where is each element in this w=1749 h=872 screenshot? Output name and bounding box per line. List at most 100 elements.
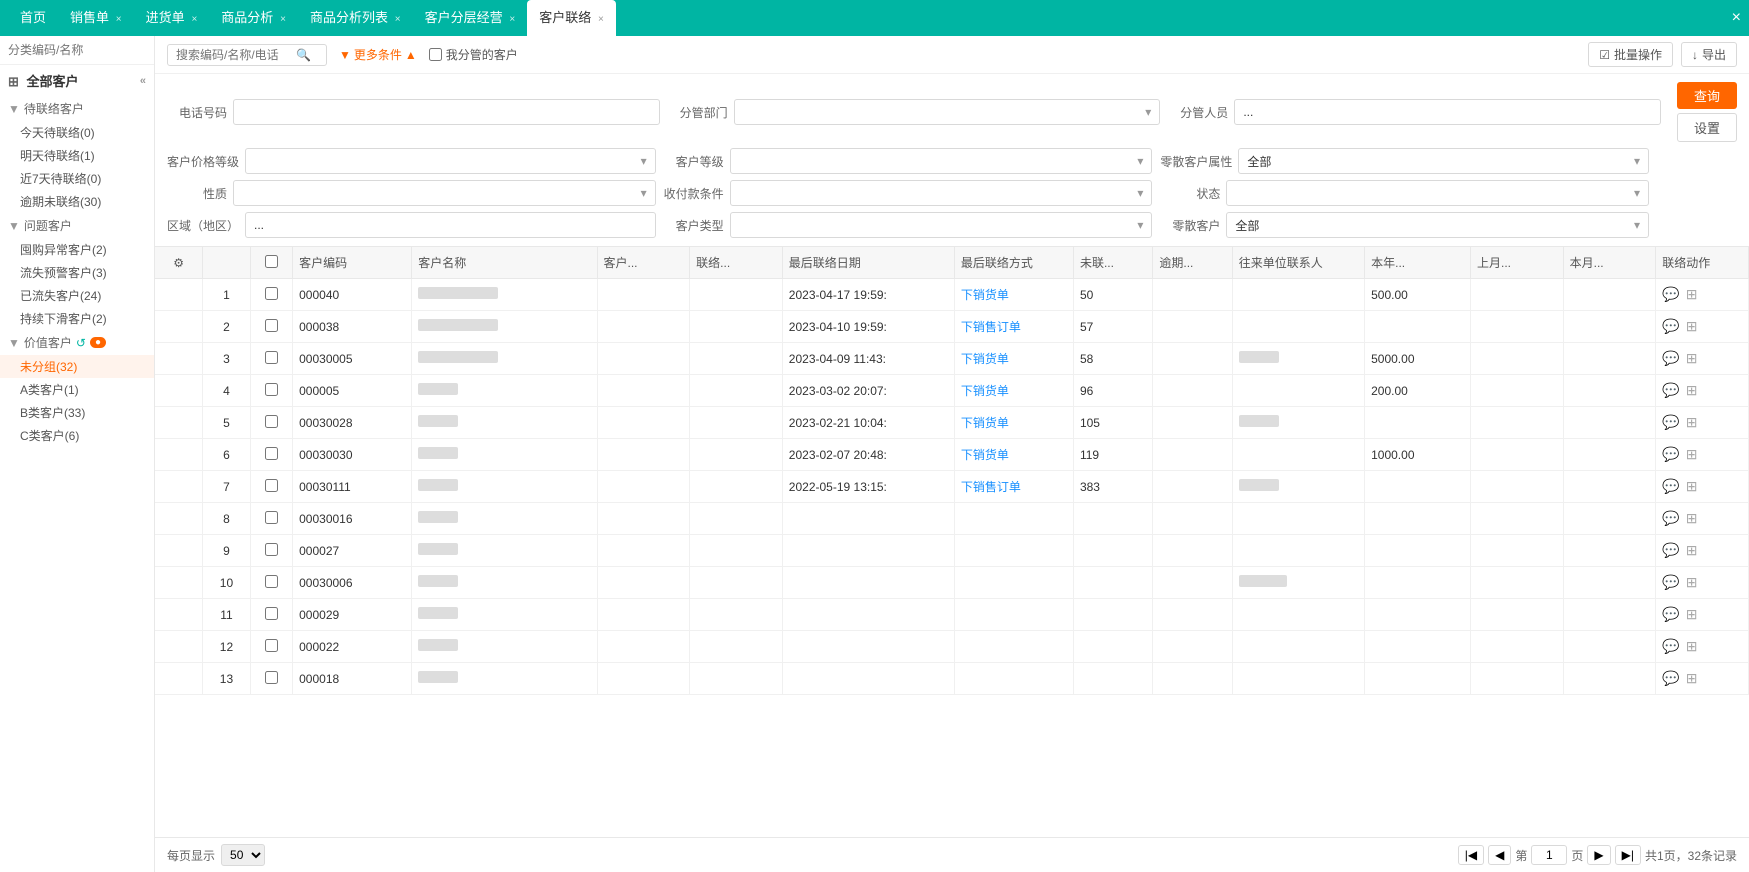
close-sales-tab[interactable]: × [113,14,122,25]
price-level-select[interactable]: ▾ [245,148,656,174]
sidebar-item-declining[interactable]: 持续下滑客户(2) [0,307,154,330]
row-checkbox[interactable] [265,575,278,588]
pending-contact-section[interactable]: ▼ 待联络客户 [0,96,154,121]
th-contact[interactable]: 联络... [690,247,783,279]
close-product-list-tab[interactable]: × [392,14,401,25]
page-number-input[interactable] [1531,845,1567,865]
qr-icon[interactable]: ⊞ [1686,670,1698,687]
sidebar-item-a-class[interactable]: A类客户(1) [0,378,154,401]
customer-level-select[interactable]: ▾ [730,148,1153,174]
qr-icon[interactable]: ⊞ [1686,382,1698,399]
close-contact-tab[interactable]: × [595,14,604,25]
th-type[interactable]: 客户... [597,247,690,279]
my-customers-check[interactable] [429,48,442,61]
sidebar-item-7days[interactable]: 近7天待联络(0) [0,167,154,190]
td-check[interactable] [250,407,292,439]
td-check[interactable] [250,599,292,631]
sidebar-item-b-class[interactable]: B类客户(33) [0,401,154,424]
row-checkbox[interactable] [265,287,278,300]
row-checkbox[interactable] [265,383,278,396]
td-check[interactable] [250,279,292,311]
row-checkbox[interactable] [265,671,278,684]
th-this-month[interactable]: 本月... [1563,247,1656,279]
phone-input[interactable] [233,99,660,125]
chat-icon[interactable]: 💬 [1662,478,1679,495]
query-button[interactable]: 查询 [1677,82,1737,109]
value-customer-section[interactable]: ▼ 价值客户 ↺ ● [0,330,154,355]
nav-customer-contact[interactable]: 客户联络 × [527,0,616,36]
customer-type-select[interactable]: ▾ [730,212,1153,238]
close-product-tab[interactable]: × [277,14,286,25]
td-check[interactable] [250,567,292,599]
qr-icon[interactable]: ⊞ [1686,318,1698,335]
chat-icon[interactable]: 💬 [1662,350,1679,367]
chat-icon[interactable]: 💬 [1662,574,1679,591]
td-check[interactable] [250,343,292,375]
last-way-link[interactable]: 下销售订单 [961,480,1021,494]
qr-icon[interactable]: ⊞ [1686,478,1698,495]
more-conditions-btn[interactable]: ▼ 更多条件 ▲ [339,46,417,63]
chat-icon[interactable]: 💬 [1662,542,1679,559]
nature-select[interactable]: ▾ [233,180,656,206]
chat-icon[interactable]: 💬 [1662,670,1679,687]
chat-icon[interactable]: 💬 [1662,414,1679,431]
last-way-link[interactable]: 下销售订单 [961,320,1021,334]
chat-icon[interactable]: 💬 [1662,446,1679,463]
chat-icon[interactable]: 💬 [1662,510,1679,527]
chat-icon[interactable]: 💬 [1662,638,1679,655]
td-check[interactable] [250,471,292,503]
qr-icon[interactable]: ⊞ [1686,286,1698,303]
problem-customer-section[interactable]: ▼ 问题客户 [0,213,154,238]
prev-page-btn[interactable]: ◀ [1488,845,1511,865]
th-check[interactable] [250,247,292,279]
settings-gear-icon[interactable]: ⚙ [173,256,184,270]
row-checkbox[interactable] [265,319,278,332]
td-check[interactable] [250,375,292,407]
nav-product-analysis[interactable]: 商品分析 × [209,0,298,36]
row-checkbox[interactable] [265,447,278,460]
row-checkbox[interactable] [265,511,278,524]
last-way-link[interactable]: 下销货单 [961,352,1009,366]
close-purchase-tab[interactable]: × [189,14,198,25]
th-name[interactable]: 客户名称 [412,247,597,279]
sidebar-item-c-class[interactable]: C类客户(6) [0,424,154,447]
search-input[interactable] [176,48,296,62]
zero-attr-select[interactable]: 全部▾ [1238,148,1649,174]
nav-sales[interactable]: 销售单 × [58,0,134,36]
sidebar-item-today[interactable]: 今天待联络(0) [0,121,154,144]
status-select[interactable]: ▾ [1226,180,1649,206]
sidebar-search-input[interactable] [8,43,155,57]
nav-purchase[interactable]: 进货单 × [134,0,210,36]
sidebar-item-tomorrow[interactable]: 明天待联络(1) [0,144,154,167]
sidebar-item-abnormal[interactable]: 囤购异常客户(2) [0,238,154,261]
th-last-way[interactable]: 最后联络方式 [954,247,1073,279]
row-checkbox[interactable] [265,415,278,428]
th-no-contact[interactable]: 未联... [1073,247,1152,279]
sidebar-search-bar[interactable]: 🔍 [0,36,154,65]
export-button[interactable]: ↓ 导出 [1681,42,1737,67]
close-segment-tab[interactable]: × [507,14,516,25]
row-checkbox[interactable] [265,351,278,364]
nav-home[interactable]: 首页 [8,0,58,36]
close-all-button[interactable]: × [1732,9,1741,27]
qr-icon[interactable]: ⊞ [1686,574,1698,591]
qr-icon[interactable]: ⊞ [1686,350,1698,367]
first-page-btn[interactable]: |◀ [1458,845,1484,865]
row-checkbox[interactable] [265,479,278,492]
qr-icon[interactable]: ⊞ [1686,638,1698,655]
qr-icon[interactable]: ⊞ [1686,414,1698,431]
next-page-btn[interactable]: ▶ [1587,845,1610,865]
chat-icon[interactable]: 💬 [1662,606,1679,623]
td-check[interactable] [250,631,292,663]
batch-op-button[interactable]: ☑ 批量操作 [1588,42,1673,67]
th-overdue[interactable]: 逾期... [1153,247,1232,279]
sidebar-item-overdue[interactable]: 逾期未联络(30) [0,190,154,213]
row-checkbox[interactable] [265,639,278,652]
row-checkbox[interactable] [265,607,278,620]
nav-customer-segment[interactable]: 客户分层经营 × [413,0,528,36]
th-last-date[interactable]: 最后联络日期 [782,247,954,279]
select-all-checkbox[interactable] [265,255,278,268]
dept-select[interactable]: ▾ [734,99,1161,125]
person-select[interactable]: ... [1234,99,1661,125]
last-way-link[interactable]: 下销货单 [961,416,1009,430]
